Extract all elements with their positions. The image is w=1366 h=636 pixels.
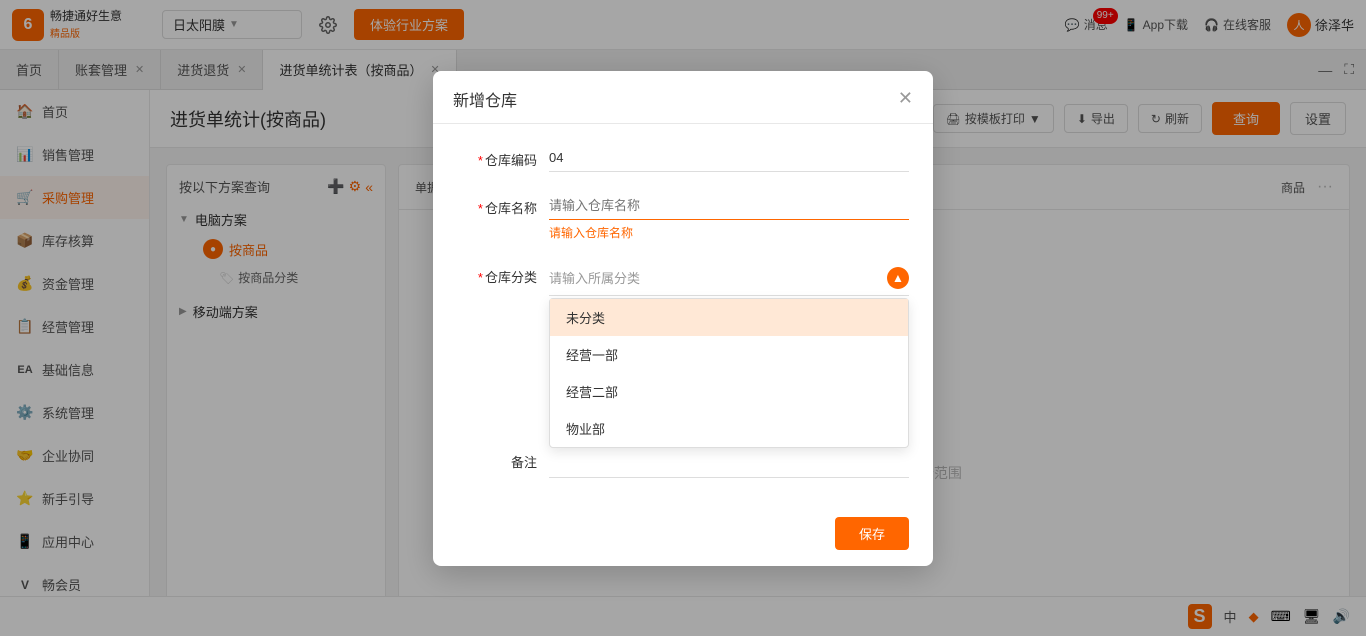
note-control xyxy=(549,446,909,481)
name-input[interactable] xyxy=(549,192,909,220)
category-control: 请输入所属分类 ▲ 未分类 经营一部 经营二部 物业部 xyxy=(549,261,909,296)
note-input[interactable] xyxy=(549,446,909,478)
name-label: 仓库名称 xyxy=(457,192,537,217)
chevron-up-icon: ▲ xyxy=(887,267,909,289)
modal-body: 仓库编码 仓库名称 请输入仓库名称 仓库分类 请输 xyxy=(433,124,933,481)
modal-footer: 保存 xyxy=(433,501,933,566)
category-dropdown: 请输入所属分类 ▲ 未分类 经营一部 经营二部 物业部 xyxy=(549,261,909,296)
category-label: 仓库分类 xyxy=(457,261,537,286)
add-warehouse-modal: 新增仓库 ✕ 仓库编码 仓库名称 请输入仓库名称 仓库分类 xyxy=(433,71,933,566)
category-dropdown-list: 未分类 经营一部 经营二部 物业部 xyxy=(549,298,909,448)
modal-title: 新增仓库 xyxy=(453,87,517,111)
form-row-code: 仓库编码 xyxy=(457,144,909,172)
form-row-name: 仓库名称 请输入仓库名称 xyxy=(457,192,909,241)
option-uncategorized[interactable]: 未分类 xyxy=(550,299,908,336)
name-error-msg: 请输入仓库名称 xyxy=(549,224,909,241)
option-property[interactable]: 物业部 xyxy=(550,410,908,447)
category-placeholder: 请输入所属分类 xyxy=(549,268,640,287)
modal-close-btn[interactable]: ✕ xyxy=(898,88,913,109)
option-dept1[interactable]: 经营一部 xyxy=(550,336,908,373)
form-row-note: 备注 xyxy=(457,446,909,481)
modal-header: 新增仓库 ✕ xyxy=(433,71,933,124)
category-trigger[interactable]: 请输入所属分类 ▲ xyxy=(549,261,909,296)
code-control xyxy=(549,144,909,172)
code-label: 仓库编码 xyxy=(457,144,537,169)
form-row-category: 仓库分类 请输入所属分类 ▲ 未分类 经营一部 经营二部 物业部 xyxy=(457,261,909,296)
code-input[interactable] xyxy=(549,144,909,172)
save-button[interactable]: 保存 xyxy=(835,517,909,550)
modal-overlay: 新增仓库 ✕ 仓库编码 仓库名称 请输入仓库名称 仓库分类 xyxy=(0,0,1366,636)
name-control: 请输入仓库名称 xyxy=(549,192,909,241)
option-dept2[interactable]: 经营二部 xyxy=(550,373,908,410)
note-label: 备注 xyxy=(457,446,537,471)
